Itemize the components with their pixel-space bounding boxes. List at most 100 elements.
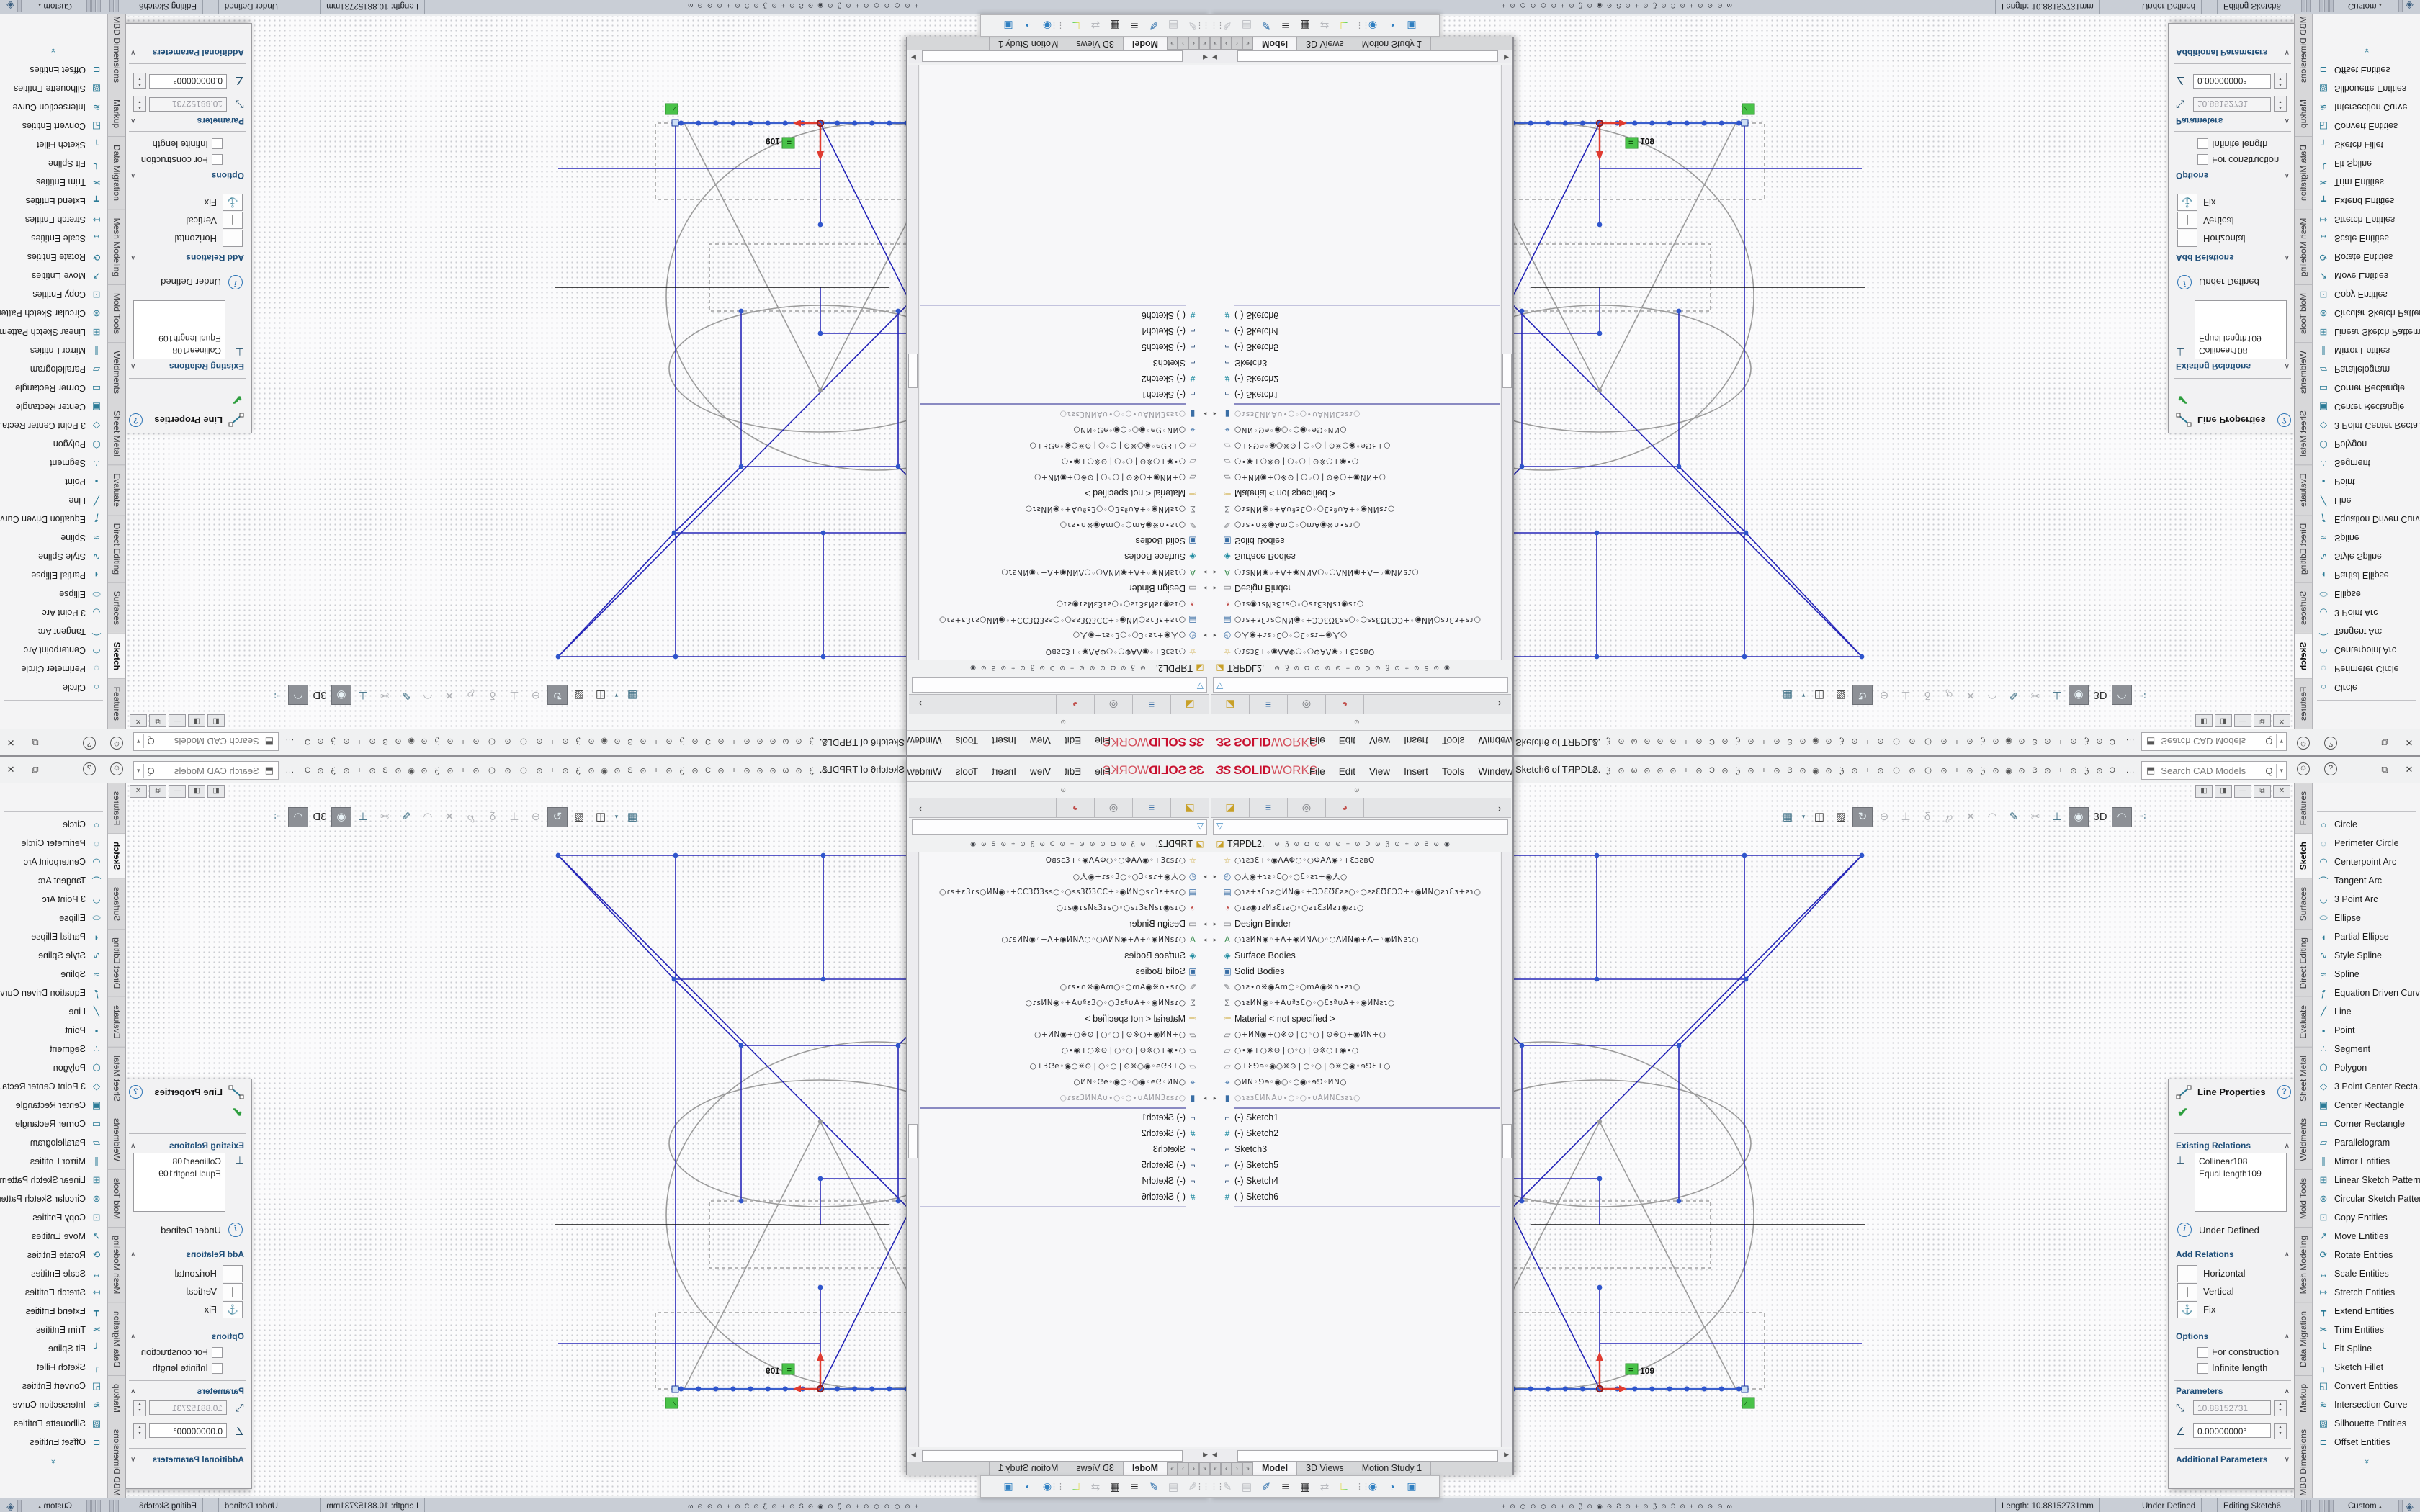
tool-item[interactable]: ⊛ Circular Sketch Pattern bbox=[2313, 304, 2420, 323]
toolbar-icon[interactable]: ⊙ bbox=[638, 766, 648, 775]
tree-horizontal-scrollbar[interactable]: ◀ ▶ bbox=[909, 1449, 1210, 1462]
tree-item-label[interactable]: (-) Sketch6 bbox=[1142, 310, 1186, 320]
tool-item[interactable]: ◱ Convert Entities bbox=[0, 1377, 107, 1395]
toolbar-icon[interactable]: ⊙ bbox=[1907, 737, 1917, 747]
infinite-length-checkbox[interactable] bbox=[212, 138, 223, 149]
toolbar-icon[interactable]: ◉ bbox=[1811, 737, 1821, 747]
chevron-down-icon[interactable]: ∨ bbox=[2285, 1456, 2290, 1464]
status-toolbar-icon[interactable]: + bbox=[1635, 1503, 1639, 1510]
expand-panel-icon[interactable]: › bbox=[1498, 694, 1507, 713]
status-toolbar-icon[interactable]: ⊙ bbox=[1551, 1503, 1556, 1511]
tree-item[interactable]: # (-) Sketch6 bbox=[920, 307, 1210, 323]
toolbar-icon[interactable]: ⊙ bbox=[1001, 665, 1007, 672]
tree-item[interactable]: ⌐ Sketch3 bbox=[920, 355, 1210, 371]
toolbar-icon[interactable]: + bbox=[1681, 737, 1691, 746]
toolbar-icon[interactable]: ℨ bbox=[1603, 766, 1613, 775]
toolbar-icon[interactable]: ○ bbox=[484, 734, 500, 750]
tool-item[interactable]: ⌒ Tangent Arc bbox=[0, 871, 107, 890]
tool-item[interactable]: ╰ Fit Spline bbox=[2313, 154, 2420, 173]
fix-relation-icon[interactable]: ⚓ bbox=[2177, 1301, 2197, 1318]
expand-arrow-icon[interactable]: ▸ bbox=[1200, 569, 1210, 577]
horizontal-relation-label[interactable]: Horizontal bbox=[2203, 233, 2246, 244]
toolbar-icon[interactable]: ⊙ bbox=[1850, 766, 1860, 775]
tree-item[interactable]: ▸ A ○ɿƨИΝ◉◦+A+◉ИΝA○◦○AИΝ◉+A+◦◉ИΝƨɿ○ bbox=[920, 932, 1210, 948]
tree-item-label[interactable]: ○ɿƨɜƐ+◦◉ΛAΦ○◦○ΦAΛ◉◦+ƐɜƨвО bbox=[1234, 647, 1375, 656]
tree-item[interactable]: ▸ ▮ ○ɿƨɜƐИΝA∪∙○◦○∙∪AИΝƐɜƨɿ○ bbox=[1210, 406, 1500, 422]
status-toolbar-icon[interactable]: ⊙ bbox=[789, 1503, 795, 1511]
command-tab[interactable]: Surfaces bbox=[107, 879, 125, 930]
tree-item-label[interactable]: ○ɿƨ+ɜƐɿƨ○ИΝ◉◦+ƆƆƐƱƐƨƨ○◦○ƨƨƐƱƐƆƆ+◦◉ИΝ○ƨɿƐ… bbox=[1234, 616, 1481, 624]
tree-item-label[interactable]: ○ɿƨИΝ◉◦+A+◉ИΝA○◦○AИΝ◉+A+◦◉ИΝƨɿ○ bbox=[1001, 935, 1186, 944]
toolbar-icon[interactable]: ⊙ bbox=[1121, 665, 1126, 672]
for-construction-label[interactable]: For construction bbox=[2212, 1346, 2279, 1357]
tree-item-label[interactable]: (-) Sketch2 bbox=[1234, 1128, 1278, 1138]
toolbar-icon[interactable]: ℨ bbox=[1386, 840, 1390, 848]
tool-item[interactable]: ╮ Sketch Fillet bbox=[0, 1358, 107, 1377]
tree-filter-box[interactable]: ▽ bbox=[912, 819, 1207, 835]
status-toolbar-icon[interactable]: + bbox=[781, 1503, 785, 1510]
tree-item[interactable]: ▱ ○+Ɛ⅁ɘ◦◉○※⊙❘○◦○❘⊙※○◉◦ɘ⅁Ɛ+○ bbox=[920, 438, 1210, 454]
toolbar-icon[interactable]: ⊙ bbox=[1079, 665, 1085, 672]
expand-arrow-icon[interactable]: ▸ bbox=[1200, 873, 1210, 881]
toolbar-icon[interactable]: ⊙ bbox=[1907, 766, 1917, 775]
expand-arrow-icon[interactable]: ▸ bbox=[1200, 936, 1210, 944]
tab-nav-button[interactable]: » bbox=[1167, 37, 1178, 50]
toolbar-icon[interactable]: ℨ bbox=[1131, 840, 1136, 848]
toolbar-icon[interactable]: ℨ bbox=[328, 737, 339, 747]
status-toolbar-icon[interactable]: + bbox=[781, 2, 785, 9]
toolbar-icon[interactable]: ◉ bbox=[1444, 665, 1450, 672]
tree-item-label[interactable]: (-) Sketch1 bbox=[1234, 390, 1278, 400]
tool-item[interactable]: ✂ Trim Entities bbox=[0, 173, 107, 192]
chevron-down-icon[interactable]: ∨ bbox=[130, 1456, 135, 1464]
toolbar-icon[interactable]: ⊙ bbox=[2120, 766, 2123, 775]
toolbar-icon[interactable]: ⊙ bbox=[1090, 665, 1095, 672]
status-toolbar-icon[interactable]: ○ bbox=[874, 0, 880, 12]
toolbar-icon[interactable]: ○ bbox=[1920, 734, 1936, 750]
tree-item[interactable]: ▱ ○∙◉+○※⊙❘○◦○❘⊙※○+◉∙○ bbox=[920, 454, 1210, 469]
command-tab[interactable]: Sheet Metal bbox=[107, 1048, 125, 1110]
tree-item-label[interactable]: (-) Sketch6 bbox=[1234, 1192, 1278, 1202]
toolbar-icon[interactable]: ⊙ bbox=[1616, 766, 1626, 775]
command-tab[interactable]: Evaluate bbox=[107, 997, 125, 1048]
tree-item[interactable]: ⌐ Sketch3 bbox=[920, 1141, 1210, 1157]
command-tab[interactable]: Weldments bbox=[107, 1110, 125, 1170]
toolbar-icon[interactable]: ω bbox=[1629, 766, 1639, 775]
more-tools-chevron-icon[interactable]: » bbox=[49, 1408, 58, 1512]
toolbar-icon[interactable]: ⊙ bbox=[341, 737, 351, 747]
doc-window-button[interactable]: ✕ bbox=[130, 785, 147, 798]
tree-item-label[interactable]: (-) Sketch2 bbox=[1142, 374, 1186, 384]
toolbar-icon[interactable]: Ɔ bbox=[1707, 766, 1717, 775]
infinite-length-label[interactable]: Infinite length bbox=[153, 1362, 208, 1373]
command-tab[interactable]: Sketch bbox=[2295, 834, 2313, 878]
search-input[interactable] bbox=[2159, 765, 2262, 777]
tool-item[interactable]: ╮ Sketch Fillet bbox=[2313, 135, 2420, 154]
toolbar-icon[interactable]: ⊙ bbox=[1274, 840, 1280, 848]
format-tool-icon[interactable]: ≣ bbox=[1126, 1480, 1142, 1493]
format-tool-icon[interactable]: ≣ bbox=[1126, 19, 1142, 32]
horizontal-relation-label[interactable]: Horizontal bbox=[174, 1268, 217, 1279]
toolbar-icon[interactable]: ⊙ bbox=[1325, 665, 1331, 672]
expand-arrow-icon[interactable]: ▸ bbox=[1210, 1094, 1220, 1102]
angle-spinner[interactable]: ▴▾ bbox=[133, 1423, 146, 1439]
status-toolbar-icon[interactable]: ω bbox=[1727, 1503, 1732, 1510]
tree-item[interactable]: # (-) Sketch2 bbox=[1210, 1125, 1500, 1141]
tree-item-label[interactable]: ○ɿƨ∙∩※◉Am○◦○mA◉※∩∙ƨɿ○ bbox=[1234, 521, 1361, 529]
tree-item-label[interactable]: ○+Ɛ⅁ɘ◦◉○※⊙❘○◦○❘⊙※○◉◦ɘ⅁Ɛ+○ bbox=[1234, 1062, 1391, 1071]
tree-item-label[interactable]: ○人◉+ɿƨ◦Ɛ○◦○Ɛ◦ƨɿ+◉人○ bbox=[1234, 631, 1348, 642]
toolbar-icon[interactable]: + bbox=[1863, 766, 1873, 775]
restore-button[interactable]: ⧉ bbox=[26, 735, 45, 750]
toolbar-icon[interactable]: ◉ bbox=[970, 840, 976, 848]
toolbar-icon[interactable]: ⊙ bbox=[367, 737, 377, 747]
toolbar-icon[interactable]: ⊙ bbox=[1616, 737, 1626, 747]
toolbar-icon[interactable]: ◉ bbox=[406, 737, 416, 747]
doc-window-button[interactable]: — bbox=[169, 714, 186, 727]
tree-root-row[interactable]: ◪ TЯPDL2. ⊙ℨ⊙ω⊙⊙⊙+⊙Ɔ⊙ℨ⊙+⊙Ƨ⊙◉ bbox=[1213, 836, 1510, 852]
command-tab[interactable]: MBD Dimensions bbox=[2295, 1421, 2313, 1505]
tree-item-label[interactable]: ○∙◉+○※⊙❘○◦○❘⊙※○+◉∙○ bbox=[1234, 457, 1359, 466]
toolbar-icon[interactable]: ⊙ bbox=[1590, 737, 1600, 747]
more-tools-chevron-icon[interactable]: » bbox=[2362, 0, 2371, 104]
vertical-relation-icon[interactable]: ❘ bbox=[2177, 1283, 2197, 1300]
tree-item-label[interactable]: ○+ИΝ◉+○※⊙❘○◦○❘⊙※○+◉ИΝ+○ bbox=[1234, 1030, 1386, 1039]
toolbar-icon[interactable]: + bbox=[729, 766, 739, 775]
toolbar-icon[interactable]: ◉ bbox=[599, 766, 609, 775]
